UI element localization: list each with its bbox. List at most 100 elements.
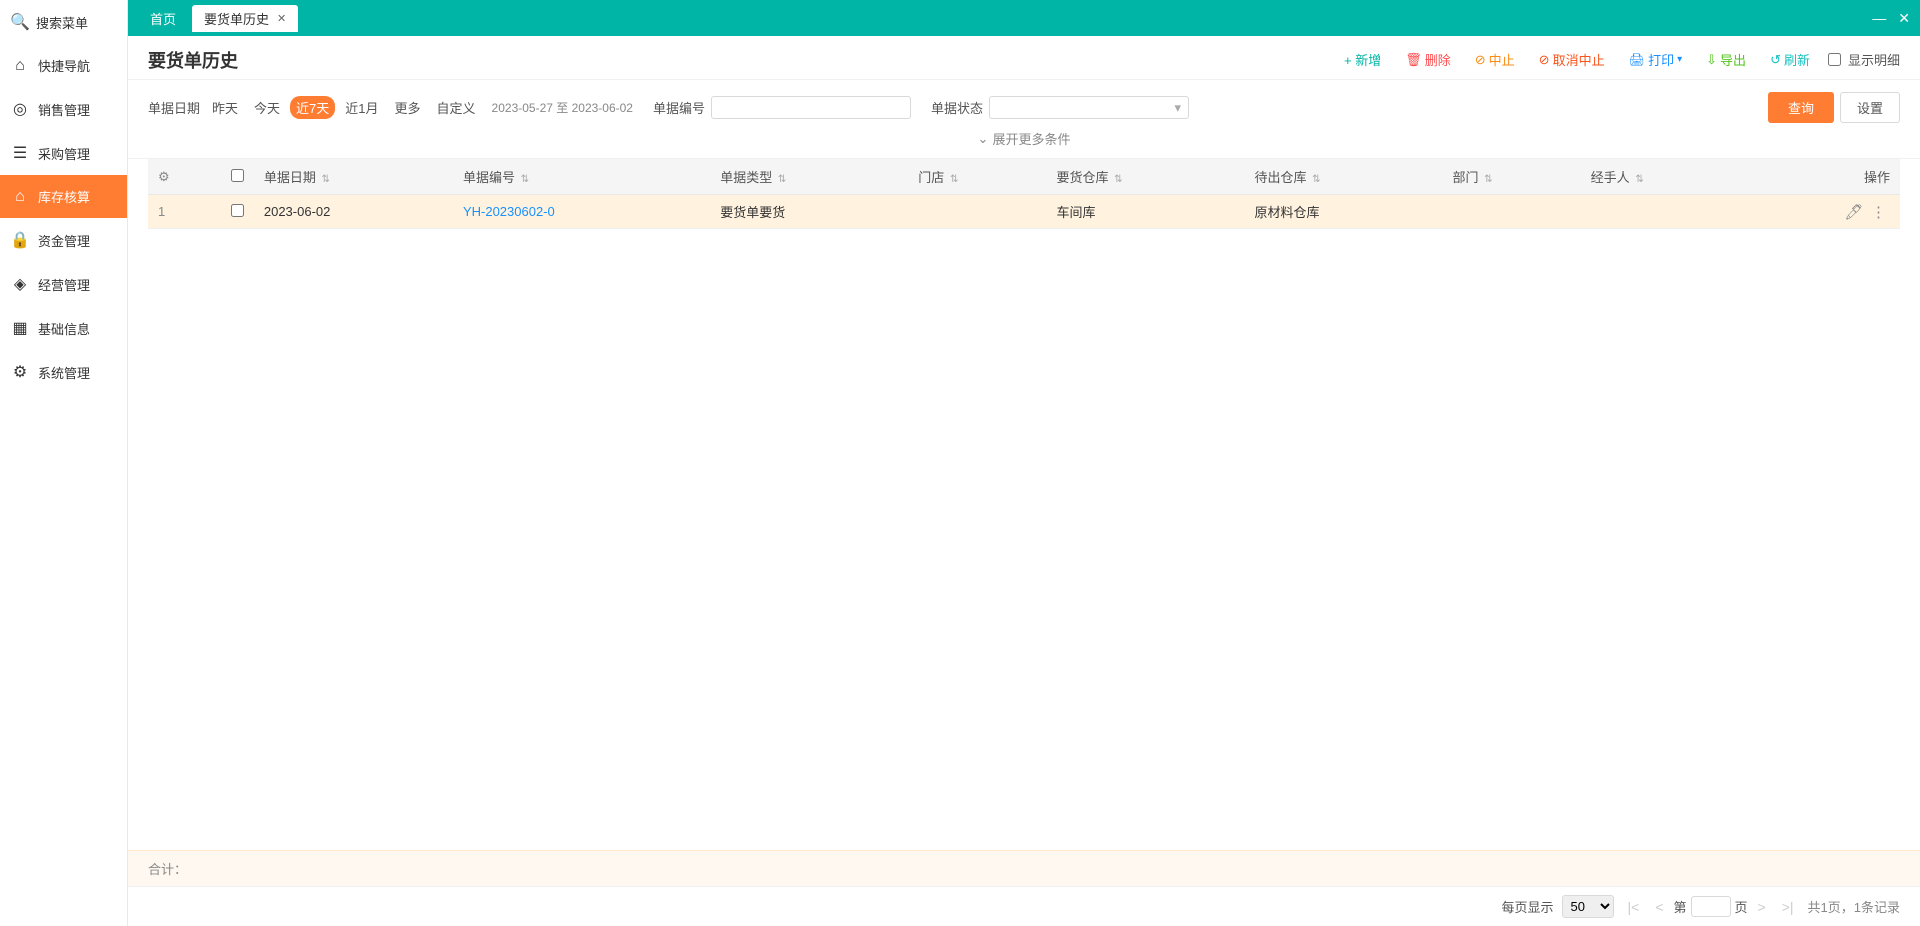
tab-bar: 首页 要货单历史 ✕ — ✕: [128, 0, 1920, 36]
col-req-warehouse: 要货仓库 ⇅: [1046, 159, 1244, 195]
sidebar-search[interactable]: 🔍 搜索菜单: [0, 0, 127, 44]
sidebar: 🔍 搜索菜单 ⌂ 快捷导航 ◎ 销售管理 ☰ 采购管理 ⌂ 库存核算 🔒 资金管…: [0, 0, 128, 926]
row-more-button[interactable]: ⋮: [1871, 203, 1886, 221]
display-cell-checkbox[interactable]: [1828, 53, 1841, 66]
col-doc-date: 单据日期 ⇅: [254, 159, 453, 195]
pagination: 每页显示 10 20 50 100 |< < 第 1 页 > >| 共1页，1条…: [128, 886, 1920, 926]
sort-icon-handler[interactable]: ⇅: [1635, 174, 1643, 185]
sidebar-item-quick-nav[interactable]: ⌂ 快捷导航: [0, 44, 127, 87]
date-filter-label: 单据日期: [148, 98, 200, 117]
sidebar-item-system[interactable]: ⚙ 系统管理: [0, 350, 127, 394]
doc-number-link[interactable]: YH-20230602-0: [463, 204, 555, 219]
stop-button[interactable]: ⊘ 中止: [1469, 46, 1521, 73]
sort-icon-doc-number[interactable]: ⇅: [521, 174, 529, 185]
doc-number-input[interactable]: [711, 96, 911, 119]
date-opt-7days[interactable]: 近7天: [290, 96, 335, 119]
filter-actions: 查询 设置: [1768, 92, 1900, 123]
page-size-select[interactable]: 10 20 50 100: [1562, 895, 1614, 918]
stop-icon: ⊘: [1475, 52, 1486, 68]
page-nav: |< < 第 1 页 > >|: [1622, 896, 1800, 917]
sidebar-item-purchase[interactable]: ☰ 采购管理: [0, 131, 127, 175]
tab-close-icon[interactable]: ✕: [277, 12, 286, 25]
sort-icon-pending-warehouse[interactable]: ⇅: [1312, 174, 1320, 185]
sort-icon-req-warehouse[interactable]: ⇅: [1114, 174, 1122, 185]
filter-row: 单据日期 昨天 今天 近7天 近1月 更多 自定义 2023-05-27 至 2…: [148, 92, 1900, 123]
print-icon: 🖨: [1629, 52, 1646, 68]
sort-icon-department[interactable]: ⇅: [1484, 174, 1492, 185]
date-opt-custom[interactable]: 自定义: [431, 96, 482, 119]
status-select[interactable]: [989, 96, 1189, 119]
expand-icon: ⌄: [978, 131, 989, 147]
main-area: 首页 要货单历史 ✕ — ✕ 要货单历史 + 新增 🗑 删除 ⊘ 中止: [128, 0, 1920, 926]
next-page-button[interactable]: >: [1752, 897, 1772, 917]
last-page-button[interactable]: >|: [1776, 897, 1800, 917]
sort-icon-doc-date[interactable]: ⇅: [322, 174, 330, 185]
doc-number-filter-group: 单据编号: [653, 96, 911, 119]
table-area: ⚙ 单据日期 ⇅ 单据编号 ⇅: [128, 159, 1920, 850]
row-edit-button[interactable]: 🖊: [1844, 203, 1863, 221]
row-checkbox[interactable]: [231, 204, 244, 217]
expand-more-button[interactable]: ⌄ 展开更多条件: [148, 123, 1900, 150]
col-checkbox: [221, 159, 254, 195]
window-close-icon[interactable]: ✕: [1898, 10, 1910, 27]
sidebar-item-sales[interactable]: ◎ 销售管理: [0, 87, 127, 131]
sort-icon-store[interactable]: ⇅: [950, 174, 958, 185]
query-button[interactable]: 查询: [1768, 92, 1834, 123]
col-pending-warehouse: 待出仓库 ⇅: [1244, 159, 1442, 195]
display-cell-button[interactable]: 显示明细: [1828, 50, 1900, 69]
table-footer: 合计：: [128, 850, 1920, 886]
window-minimize-icon[interactable]: —: [1872, 10, 1886, 26]
sort-icon-doc-type[interactable]: ⇅: [778, 174, 786, 185]
tab-requisition-label: 要货单历史: [204, 9, 269, 28]
sidebar-item-operations[interactable]: ◈ 经营管理: [0, 262, 127, 306]
table-body: 1 2023-06-02 YH-20230602-0 要货单要货 车间库 原材料…: [148, 195, 1900, 229]
settings-button[interactable]: 设置: [1840, 92, 1900, 123]
date-opt-1month[interactable]: 近1月: [339, 96, 384, 119]
table-row: 1 2023-06-02 YH-20230602-0 要货单要货 车间库 原材料…: [148, 195, 1900, 229]
expand-label: 展开更多条件: [992, 129, 1070, 148]
sidebar-item-label: 资金管理: [38, 231, 90, 250]
basic-info-icon: ▦: [10, 318, 30, 338]
select-all-checkbox[interactable]: [231, 169, 244, 182]
sidebar-item-label: 库存核算: [38, 187, 90, 206]
refresh-icon: ↺: [1770, 52, 1781, 68]
cell-no: 1: [148, 195, 221, 229]
cell-doc-number: YH-20230602-0: [453, 195, 710, 229]
finance-icon: 🔒: [10, 230, 30, 250]
date-filter-group: 单据日期 昨天 今天 近7天 近1月 更多 自定义 2023-05-27 至 2…: [148, 96, 633, 119]
header-actions: + 新增 🗑 删除 ⊘ 中止 ⊘ 取消中止 🖨 打印 ▾: [1338, 46, 1900, 73]
delete-button[interactable]: 🗑 删除: [1399, 46, 1457, 73]
print-button[interactable]: 🖨 打印 ▾: [1623, 46, 1689, 73]
export-icon: ⇩: [1706, 52, 1717, 68]
data-table: ⚙ 单据日期 ⇅ 单据编号 ⇅: [148, 159, 1900, 229]
print-dropdown-icon: ▾: [1677, 54, 1682, 65]
cancel-stop-button[interactable]: ⊘ 取消中止: [1533, 46, 1611, 73]
col-operations: 操作: [1749, 159, 1900, 195]
tab-home[interactable]: 首页: [138, 5, 188, 32]
page-label-end: 页: [1735, 897, 1748, 916]
sidebar-search-label: 搜索菜单: [36, 13, 88, 32]
date-opt-today[interactable]: 今天: [248, 96, 286, 119]
date-opt-more[interactable]: 更多: [389, 96, 427, 119]
add-button[interactable]: + 新增: [1338, 46, 1387, 73]
cell-doc-type: 要货单要货: [710, 195, 908, 229]
page-label: 第: [1674, 897, 1687, 916]
tab-bar-right: — ✕: [1872, 10, 1910, 27]
refresh-button[interactable]: ↺ 刷新: [1764, 46, 1816, 73]
tab-requisition-history[interactable]: 要货单历史 ✕: [192, 5, 298, 32]
date-opt-yesterday[interactable]: 昨天: [206, 96, 244, 119]
home-icon: ⌂: [10, 57, 30, 75]
cell-pending-warehouse: 原材料仓库: [1244, 195, 1442, 229]
cancel-stop-icon: ⊘: [1539, 52, 1550, 68]
export-button[interactable]: ⇩ 导出: [1700, 46, 1752, 73]
sidebar-item-inventory[interactable]: ⌂ 库存核算: [0, 175, 127, 218]
table-settings-icon[interactable]: ⚙: [158, 169, 170, 184]
sidebar-item-basic-info[interactable]: ▦ 基础信息: [0, 306, 127, 350]
first-page-button[interactable]: |<: [1622, 897, 1646, 917]
page-header: 要货单历史 + 新增 🗑 删除 ⊘ 中止 ⊘ 取消中止 🖨 打印: [128, 36, 1920, 80]
status-filter-group: 单据状态 ▾: [931, 96, 1182, 119]
prev-page-button[interactable]: <: [1649, 897, 1669, 917]
page-input[interactable]: 1: [1691, 896, 1731, 917]
sidebar-item-finance[interactable]: 🔒 资金管理: [0, 218, 127, 262]
cell-req-warehouse: 车间库: [1046, 195, 1244, 229]
